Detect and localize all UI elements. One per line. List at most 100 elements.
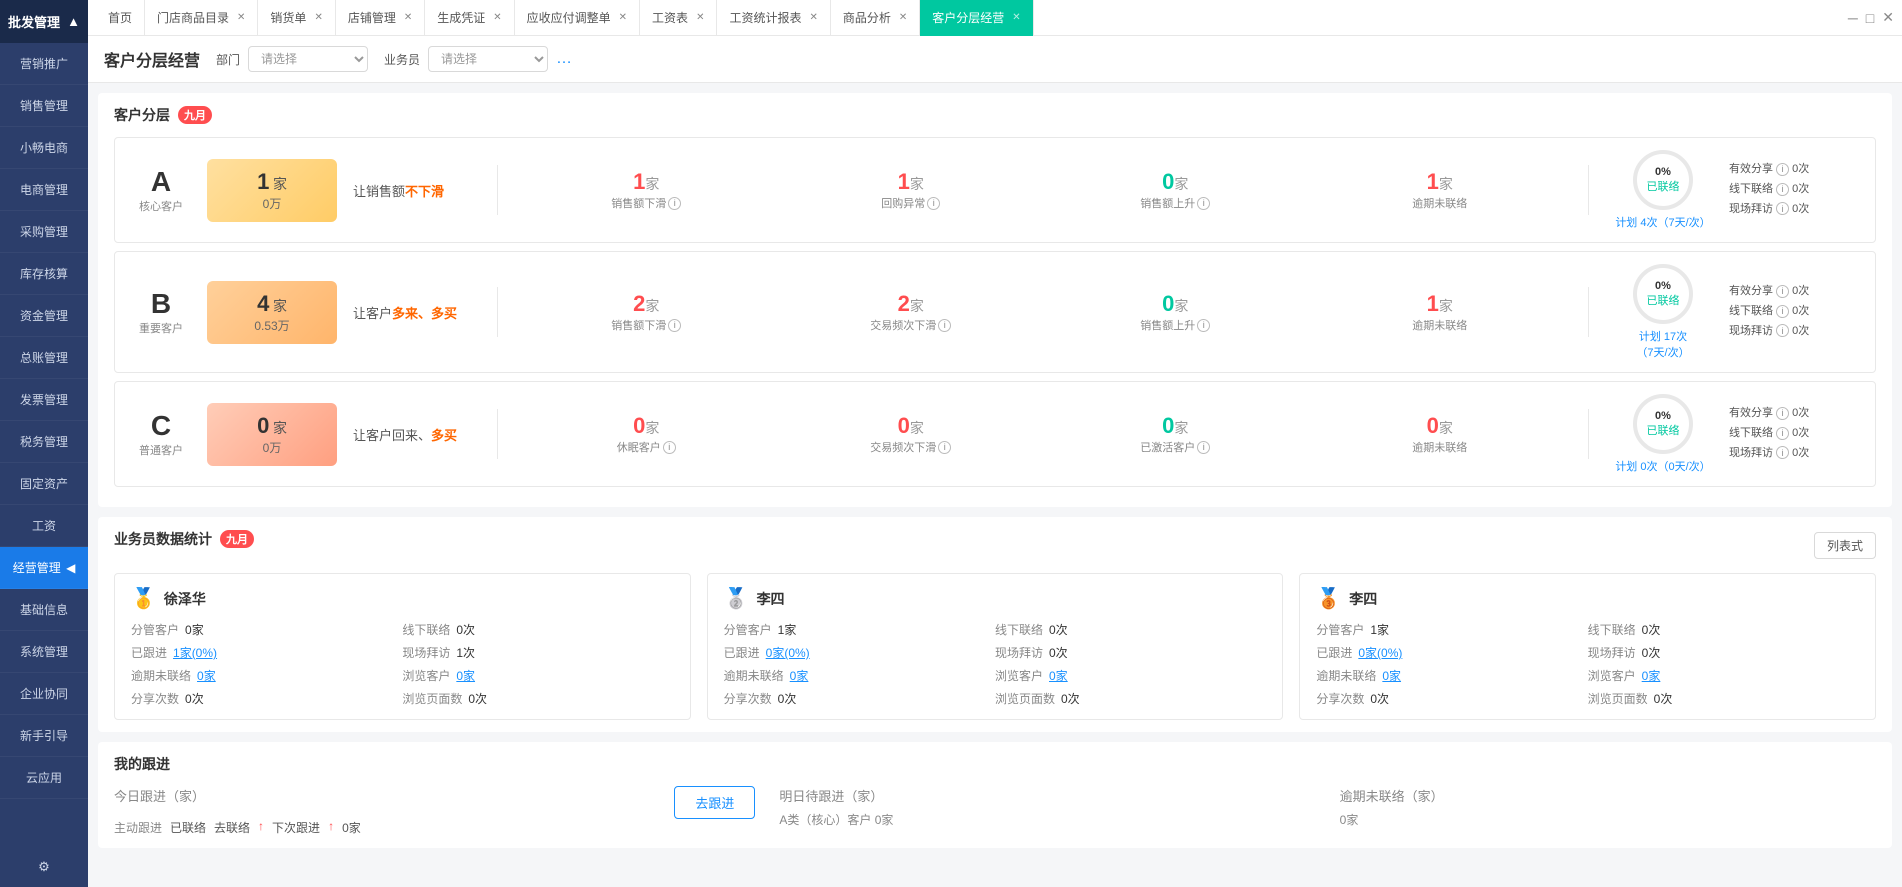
tier-b-stat-3[interactable]: 1家 逾期未联络 <box>1316 291 1565 333</box>
tab-商品分析[interactable]: 商品分析 ✕ <box>831 0 920 36</box>
sidebar-top[interactable]: 批发管理 ▲ <box>0 0 88 43</box>
tab-bar-actions: ─ □ ✕ <box>1848 9 1894 26</box>
tab-销货单[interactable]: 销货单 ✕ <box>258 0 335 36</box>
tier-b-stat-0[interactable]: 2家 销售额下滑 i <box>522 291 771 333</box>
sidebar-item-新手引导[interactable]: 新手引导 <box>0 715 88 757</box>
gear-icon[interactable]: ⚙ <box>0 847 88 887</box>
divider <box>1588 287 1589 337</box>
tier-b-stat-1[interactable]: 2家 交易频次下滑 i <box>787 291 1036 333</box>
sidebar-expand-icon: ▲ <box>67 14 80 29</box>
medal-silver: 🥈 <box>724 586 749 611</box>
sidebar-item-固定资产[interactable]: 固定资产 <box>0 463 88 505</box>
tier-c-stat-0[interactable]: 0家 休眠客户 i <box>522 413 771 455</box>
list-view-button[interactable]: 列表式 <box>1814 532 1876 559</box>
tab-客户分层经营[interactable]: 客户分层经营 ✕ <box>920 0 1033 36</box>
stat-row: 分享次数 0次 <box>131 690 402 707</box>
tab-close-店铺[interactable]: ✕ <box>404 12 412 23</box>
dept-select[interactable]: 请选择 <box>248 46 368 72</box>
stat-row: 逾期未联络 0家 <box>1316 667 1587 684</box>
followup-content: 今日跟进（家） 主动跟进 已联络 去联络 ↑ 下次跟进 ↑ 0家 去跟进 明 <box>114 786 1876 836</box>
stat-row: 已跟进 0家(0%) <box>724 644 995 661</box>
tab-门店商品目录[interactable]: 门店商品目录 ✕ <box>145 0 258 36</box>
sidebar-item-总账管理[interactable]: 总账管理 <box>0 337 88 379</box>
info-icon[interactable]: i <box>1776 427 1789 440</box>
sidebar-item-库存核算[interactable]: 库存核算 <box>0 253 88 295</box>
sidebar-item-系统管理[interactable]: 系统管理 <box>0 631 88 673</box>
tab-close-门店[interactable]: ✕ <box>237 12 245 23</box>
sidebar-item-营销推广[interactable]: 营销推广 <box>0 43 88 85</box>
tier-b-stat-2[interactable]: 0家 销售额上升 i <box>1051 291 1300 333</box>
tab-工资表[interactable]: 工资表 ✕ <box>640 0 717 36</box>
sidebar-item-电商管理[interactable]: 电商管理 <box>0 169 88 211</box>
tomorrow-sub: A类（核心）客户 0家 <box>779 811 1315 828</box>
tier-c-stat-1[interactable]: 0家 交易频次下滑 i <box>787 413 1036 455</box>
tier-a-stat-3[interactable]: 1家 逾期未联络 <box>1316 169 1565 211</box>
tier-a-stat-0[interactable]: 1家 销售额下滑 i <box>522 169 771 211</box>
tab-close-客户分层[interactable]: ✕ <box>1012 12 1020 23</box>
info-icon[interactable]: i <box>927 197 940 210</box>
tier-c-stat-3[interactable]: 0家 逾期未联络 <box>1316 413 1565 455</box>
info-icon[interactable]: i <box>1197 197 1210 210</box>
medal-gold: 🥇 <box>131 586 156 611</box>
sidebar-item-发票管理[interactable]: 发票管理 <box>0 379 88 421</box>
info-icon[interactable]: i <box>668 197 681 210</box>
info-icon[interactable]: i <box>938 441 951 454</box>
tab-close-销货[interactable]: ✕ <box>314 12 322 23</box>
sidebar-item-企业协同[interactable]: 企业协同 <box>0 673 88 715</box>
sidebar-item-工资[interactable]: 工资 <box>0 505 88 547</box>
stat-row: 浏览客户 0家 <box>1588 667 1859 684</box>
medal-bronze: 🥉 <box>1316 586 1341 611</box>
window-minimize-icon[interactable]: ─ <box>1848 10 1858 26</box>
tier-c-count-box: 0 家 0万 <box>207 403 337 466</box>
info-icon[interactable]: i <box>938 319 951 332</box>
tab-close-商品分析[interactable]: ✕ <box>899 12 907 23</box>
stat-row: 已跟进 1家(0%) <box>131 644 402 661</box>
divider <box>1588 165 1589 215</box>
staff-select[interactable]: 请选择 <box>428 46 548 72</box>
tomorrow-followup: 明日待跟进（家） A类（核心）客户 0家 <box>779 786 1315 828</box>
tier-c-stat-2[interactable]: 0家 已激活客户 i <box>1051 413 1300 455</box>
tab-应收应付调整单[interactable]: 应收应付调整单 ✕ <box>515 0 640 36</box>
sidebar-item-小畅电商[interactable]: 小畅电商 <box>0 127 88 169</box>
stat-row: 线下联络 0次 <box>1588 621 1859 638</box>
sidebar-item-销售管理[interactable]: 销售管理 <box>0 85 88 127</box>
sidebar-item-经营管理[interactable]: 经营管理 ◀ <box>0 547 88 589</box>
info-icon[interactable]: i <box>1776 446 1789 459</box>
sidebar-item-税务管理[interactable]: 税务管理 <box>0 421 88 463</box>
go-followup-button[interactable]: 去跟进 <box>674 786 755 819</box>
sidebar-item-资金管理[interactable]: 资金管理 <box>0 295 88 337</box>
info-icon[interactable]: i <box>1197 441 1210 454</box>
info-icon[interactable]: i <box>1197 319 1210 332</box>
window-maximize-icon[interactable]: □ <box>1866 10 1874 26</box>
tab-close-工资表[interactable]: ✕ <box>696 12 704 23</box>
tier-a-stat-1[interactable]: 1家 回购异常 i <box>787 169 1036 211</box>
info-icon[interactable]: i <box>663 441 676 454</box>
info-icon[interactable]: i <box>668 319 681 332</box>
sidebar-item-云应用[interactable]: 云应用 <box>0 757 88 799</box>
info-icon[interactable]: i <box>1776 285 1789 298</box>
info-icon[interactable]: i <box>1776 202 1789 215</box>
salesperson-name-1: 李四 <box>757 589 785 609</box>
info-icon[interactable]: i <box>1776 163 1789 176</box>
tab-close-工资统计[interactable]: ✕ <box>809 12 817 23</box>
window-close-icon[interactable]: ✕ <box>1882 9 1894 26</box>
dept-label: 部门 <box>216 51 240 68</box>
tab-生成凭证[interactable]: 生成凭证 ✕ <box>425 0 514 36</box>
divider <box>497 287 498 337</box>
page-title: 客户分层经营 <box>104 47 200 71</box>
info-icon[interactable]: i <box>1776 183 1789 196</box>
sidebar-item-采购管理[interactable]: 采购管理 <box>0 211 88 253</box>
tab-店铺管理[interactable]: 店铺管理 ✕ <box>336 0 425 36</box>
tab-close-调整单[interactable]: ✕ <box>619 12 627 23</box>
tab-首页[interactable]: 首页 <box>96 0 145 36</box>
more-filter-icon[interactable]: … <box>556 50 572 68</box>
tab-工资统计报表[interactable]: 工资统计报表 ✕ <box>717 0 830 36</box>
info-icon[interactable]: i <box>1776 305 1789 318</box>
circle-progress-b: 0% 已联络 <box>1633 264 1693 324</box>
sidebar-item-基础信息[interactable]: 基础信息 <box>0 589 88 631</box>
stat-row: 浏览客户 0家 <box>995 667 1266 684</box>
tab-close-凭证[interactable]: ✕ <box>493 12 501 23</box>
info-icon[interactable]: i <box>1776 407 1789 420</box>
info-icon[interactable]: i <box>1776 324 1789 337</box>
tier-a-stat-2[interactable]: 0家 销售额上升 i <box>1051 169 1300 211</box>
